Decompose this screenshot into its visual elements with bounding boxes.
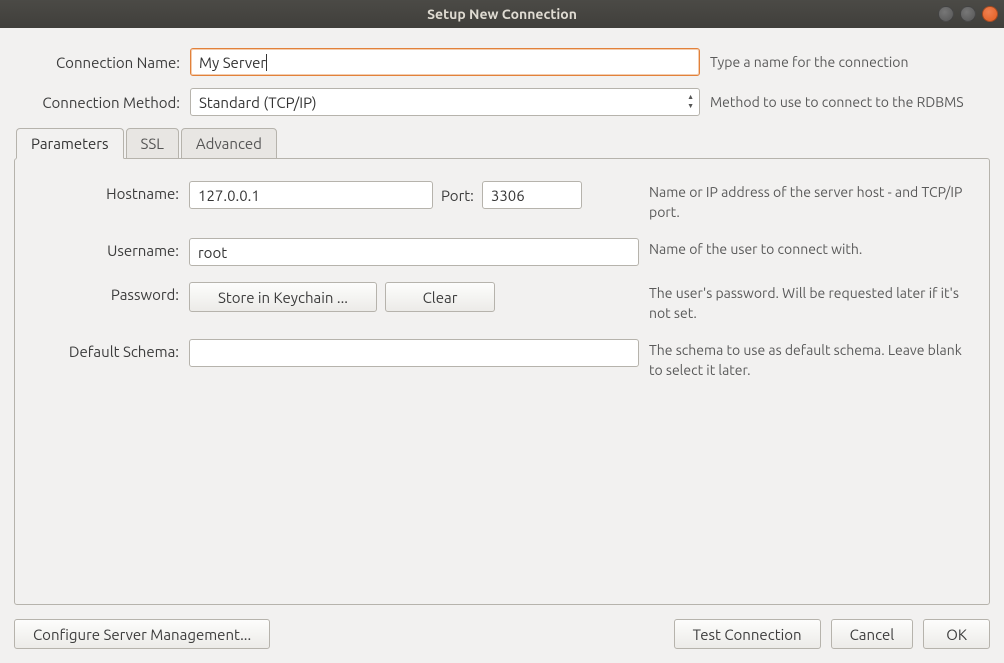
connection-name-input[interactable]: My Server bbox=[190, 48, 700, 76]
maximize-button[interactable] bbox=[960, 6, 976, 22]
port-input[interactable] bbox=[482, 181, 582, 209]
window-controls bbox=[938, 6, 998, 22]
window-body: Connection Name: My Server Type a name f… bbox=[0, 28, 1004, 663]
window-title: Setup New Connection bbox=[427, 6, 577, 22]
hostname-label: Hostname: bbox=[29, 181, 179, 202]
ok-button[interactable]: OK bbox=[923, 619, 990, 649]
titlebar: Setup New Connection bbox=[0, 0, 1004, 28]
connection-name-row: Connection Name: My Server Type a name f… bbox=[14, 48, 990, 76]
default-schema-hint: The schema to use as default schema. Lea… bbox=[649, 339, 975, 380]
connection-name-label: Connection Name: bbox=[14, 54, 180, 71]
hostname-input[interactable] bbox=[189, 181, 433, 209]
hostname-hint: Name or IP address of the server host - … bbox=[649, 181, 975, 222]
connection-method-value: Standard (TCP/IP) bbox=[199, 94, 317, 111]
connection-name-value: My Server bbox=[199, 54, 266, 71]
username-label: Username: bbox=[29, 238, 179, 259]
test-connection-button[interactable]: Test Connection bbox=[674, 619, 821, 649]
username-hint: Name of the user to connect with. bbox=[649, 238, 975, 260]
tab-parameters[interactable]: Parameters bbox=[16, 128, 124, 159]
tabs-area: Parameters SSL Advanced Hostname: Port: … bbox=[14, 128, 990, 605]
cancel-button[interactable]: Cancel bbox=[831, 619, 914, 649]
username-row: Username: Name of the user to connect wi… bbox=[29, 238, 975, 266]
tab-ssl[interactable]: SSL bbox=[126, 128, 179, 159]
tab-advanced[interactable]: Advanced bbox=[181, 128, 277, 159]
connection-method-hint: Method to use to connect to the RDBMS bbox=[710, 94, 964, 110]
footer: Configure Server Management... Test Conn… bbox=[14, 605, 990, 649]
configure-server-button[interactable]: Configure Server Management... bbox=[14, 619, 270, 649]
password-label: Password: bbox=[29, 282, 179, 303]
default-schema-input[interactable] bbox=[189, 339, 639, 367]
select-arrows-icon: ▲▼ bbox=[687, 94, 694, 110]
connection-name-hint: Type a name for the connection bbox=[710, 54, 908, 70]
tab-panel-parameters: Hostname: Port: Name or IP address of th… bbox=[14, 158, 990, 605]
store-keychain-button[interactable]: Store in Keychain ... bbox=[189, 282, 377, 312]
port-label: Port: bbox=[441, 187, 474, 204]
default-schema-row: Default Schema: The schema to use as def… bbox=[29, 339, 975, 380]
hostname-row: Hostname: Port: Name or IP address of th… bbox=[29, 181, 975, 222]
password-row: Password: Store in Keychain ... Clear Th… bbox=[29, 282, 975, 323]
default-schema-label: Default Schema: bbox=[29, 339, 179, 360]
text-cursor bbox=[266, 54, 267, 71]
close-button[interactable] bbox=[982, 6, 998, 22]
connection-method-label: Connection Method: bbox=[14, 94, 180, 111]
connection-method-row: Connection Method: Standard (TCP/IP) ▲▼ … bbox=[14, 88, 990, 116]
tabs: Parameters SSL Advanced bbox=[14, 128, 990, 159]
minimize-button[interactable] bbox=[938, 6, 954, 22]
password-hint: The user's password. Will be requested l… bbox=[649, 282, 975, 323]
username-input[interactable] bbox=[189, 238, 639, 266]
connection-method-select[interactable]: Standard (TCP/IP) ▲▼ bbox=[190, 88, 700, 116]
clear-password-button[interactable]: Clear bbox=[385, 282, 495, 312]
